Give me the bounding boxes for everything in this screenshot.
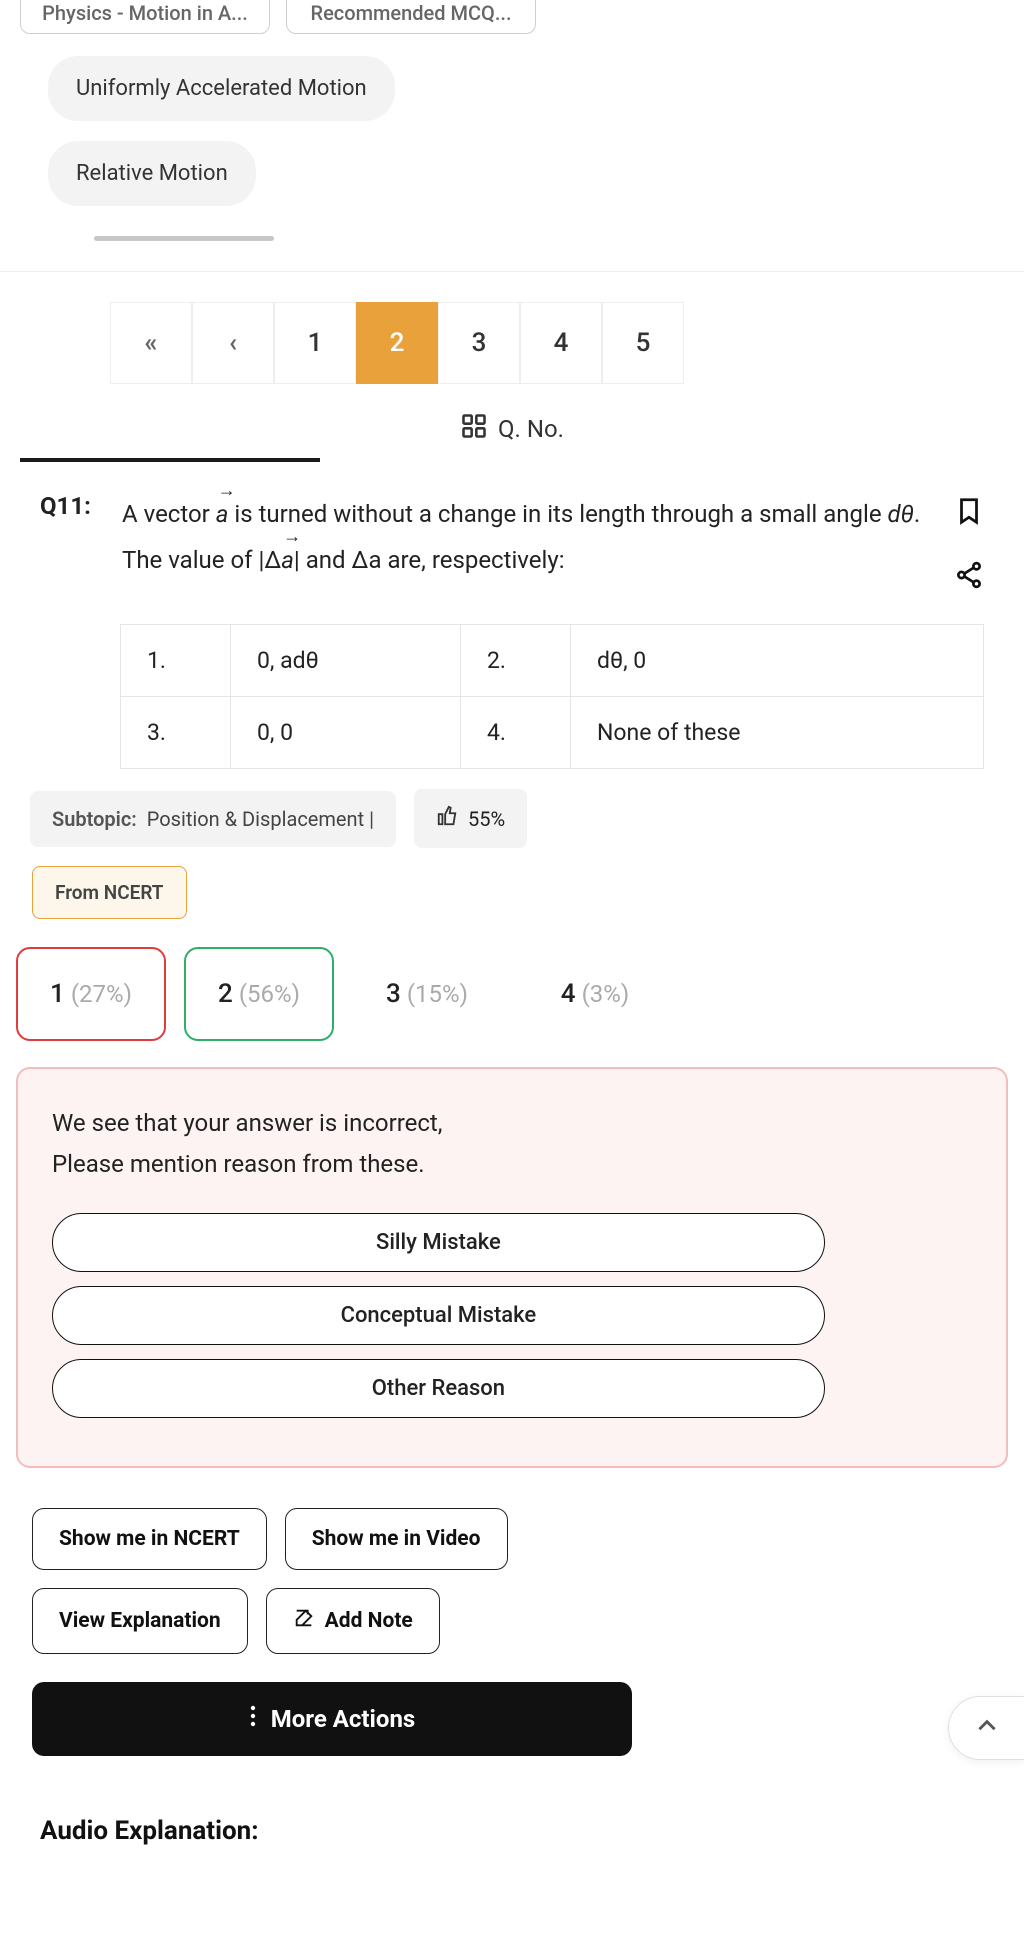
answer-choice-2[interactable]: 2(56%) — [184, 947, 334, 1041]
option-val-1[interactable]: 0, adθ — [231, 625, 461, 697]
topic-chip-uniformly-accelerated[interactable]: Uniformly Accelerated Motion — [48, 56, 395, 121]
table-row: 3. 0, 0 4. None of these — [121, 697, 984, 769]
incorrect-feedback-box: We see that your answer is incorrect, Pl… — [16, 1067, 1008, 1468]
pager-page-4[interactable]: 4 — [520, 302, 602, 384]
subtopic-pill: Subtopic: Position & Displacement | — [30, 791, 396, 847]
question-text: A vector a is turned without a change in… — [122, 492, 922, 583]
pager-prev-icon[interactable]: ‹ — [192, 302, 274, 384]
like-percentage: 55% — [468, 807, 505, 831]
question-number: Q11: — [40, 492, 110, 520]
option-num-1: 1. — [121, 625, 231, 697]
reason-conceptual-mistake[interactable]: Conceptual Mistake — [52, 1286, 825, 1345]
from-ncert-tag: From NCERT — [32, 866, 187, 919]
scroll-to-top-button[interactable] — [948, 1696, 1024, 1760]
option-val-2[interactable]: dθ, 0 — [571, 625, 984, 697]
option-num-4: 4. — [461, 697, 571, 769]
chevron-up-icon — [974, 1713, 1000, 1743]
grid-icon — [460, 412, 488, 446]
table-row: 1. 0, adθ 2. dθ, 0 — [121, 625, 984, 697]
answer-stats-row: 1(27%) 2(56%) 3(15%) 4(3%) — [0, 919, 1024, 1041]
question-number-jump[interactable]: Q. No. — [0, 412, 1024, 446]
pager-first-icon[interactable]: « — [110, 302, 192, 384]
page-navigator: « ‹ 1 2 3 4 5 — [110, 302, 1024, 384]
incorrect-line1: We see that your answer is incorrect, — [52, 1109, 442, 1137]
answer-choice-3[interactable]: 3(15%) — [352, 947, 502, 1041]
answer-choice-4[interactable]: 4(3%) — [520, 947, 670, 1041]
thumbs-up-icon — [436, 805, 458, 832]
show-in-video-button[interactable]: Show me in Video — [285, 1508, 508, 1570]
option-num-2: 2. — [461, 625, 571, 697]
pager-page-5[interactable]: 5 — [602, 302, 684, 384]
view-explanation-button[interactable]: View Explanation — [32, 1588, 248, 1654]
edit-note-icon — [293, 1607, 315, 1635]
reason-other[interactable]: Other Reason — [52, 1359, 825, 1418]
subtopic-value: Position & Displacement | — [147, 807, 374, 831]
option-val-4[interactable]: None of these — [571, 697, 984, 769]
more-vertical-icon — [249, 1704, 257, 1734]
share-icon[interactable] — [954, 560, 984, 594]
show-in-ncert-button[interactable]: Show me in NCERT — [32, 1508, 267, 1570]
pager-page-2[interactable]: 2 — [356, 302, 438, 384]
qno-label: Q. No. — [498, 415, 564, 443]
audio-explanation-heading: Audio Explanation: — [40, 1816, 1024, 1846]
reason-silly-mistake[interactable]: Silly Mistake — [52, 1213, 825, 1272]
pager-page-1[interactable]: 1 — [274, 302, 356, 384]
add-note-button[interactable]: Add Note — [266, 1588, 440, 1654]
horizontal-scroll-indicator — [94, 236, 274, 241]
more-actions-button[interactable]: More Actions — [32, 1682, 632, 1756]
bookmark-icon[interactable] — [954, 496, 984, 530]
like-pill[interactable]: 55% — [414, 789, 527, 848]
breadcrumb-card-recommended[interactable]: Recommended MCQ... — [286, 0, 536, 34]
answer-choice-1[interactable]: 1(27%) — [16, 947, 166, 1041]
option-num-3: 3. — [121, 697, 231, 769]
subtopic-label: Subtopic: — [52, 807, 137, 831]
options-table: 1. 0, adθ 2. dθ, 0 3. 0, 0 4. None of th… — [120, 624, 984, 769]
topic-chip-row: Uniformly Accelerated Motion Relative Mo… — [0, 34, 1024, 241]
breadcrumb-card-physics[interactable]: Physics - Motion in A... — [20, 0, 270, 34]
option-val-3[interactable]: 0, 0 — [231, 697, 461, 769]
topic-chip-relative-motion[interactable]: Relative Motion — [48, 141, 256, 206]
pager-page-3[interactable]: 3 — [438, 302, 520, 384]
incorrect-line2: Please mention reason from these. — [52, 1150, 425, 1178]
